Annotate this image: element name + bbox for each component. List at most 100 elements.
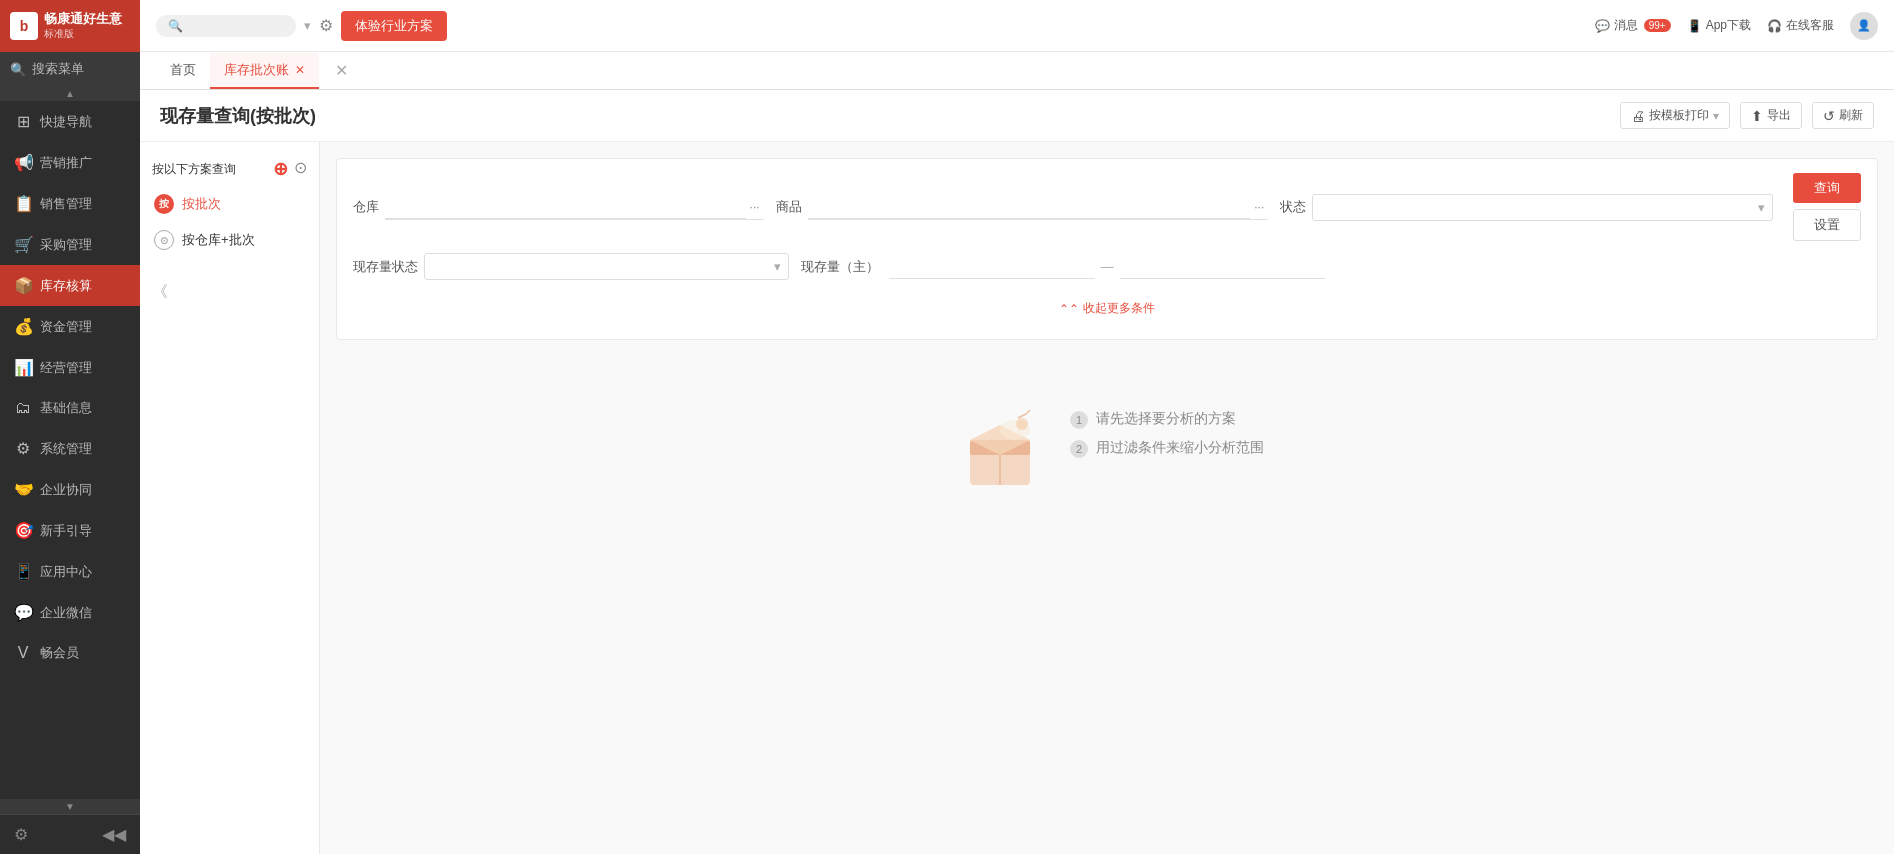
marketing-icon: 📢 xyxy=(14,153,32,172)
inventory-status-label: 现存量状态 xyxy=(353,258,418,276)
messages-item[interactable]: 💬 消息 99+ xyxy=(1595,17,1671,34)
collapse-conditions-btn[interactable]: ⌃⌃ 收起更多条件 xyxy=(353,292,1861,325)
svg-point-5 xyxy=(1016,418,1028,430)
sidebar-item-finance[interactable]: 💰 资金管理 xyxy=(0,306,140,347)
sidebar-item-system[interactable]: ⚙ 系统管理 xyxy=(0,428,140,469)
collapse-label: 收起更多条件 xyxy=(1083,300,1155,317)
refresh-label: 刷新 xyxy=(1839,107,1863,124)
add-scheme-icon[interactable]: ⊕ xyxy=(273,158,288,180)
logo-icon: b xyxy=(10,12,38,40)
inventory-main-max[interactable] xyxy=(1120,255,1325,279)
sidebar-item-enterprise[interactable]: 🤝 企业协同 xyxy=(0,469,140,510)
status-label: 状态 xyxy=(1280,198,1306,216)
main-content: 🔍 ▾ ⚙ 体验行业方案 💬 消息 99+ 📱 App下载 🎧 在线客服 👤 xyxy=(140,0,1894,854)
scheme-label: 按仓库+批次 xyxy=(182,231,255,249)
topbar-left: 🔍 ▾ ⚙ 体验行业方案 xyxy=(156,11,447,41)
print-label: 按模板打印 xyxy=(1649,107,1709,124)
sidebar-item-marketing[interactable]: 📢 营销推广 xyxy=(0,142,140,183)
scheme-label: 按批次 xyxy=(182,195,221,213)
page-actions: 🖨 按模板打印 ▾ ⬆ 导出 ↺ 刷新 xyxy=(1620,102,1874,141)
messages-icon: 💬 xyxy=(1595,19,1610,33)
sidebar-item-basic[interactable]: 🗂 基础信息 xyxy=(0,388,140,428)
close-page-icon[interactable]: ✕ xyxy=(327,61,356,80)
search-label: 搜索菜单 xyxy=(32,60,84,78)
topbar-search-box[interactable]: 🔍 xyxy=(156,15,296,37)
scheme-item-by-batch[interactable]: 按 按批次 xyxy=(140,186,319,222)
export-label: 导出 xyxy=(1767,107,1791,124)
dropdown-icon[interactable]: ▾ xyxy=(304,18,311,33)
filter-area: 仓库 ··· 商品 ··· 状态 xyxy=(336,158,1878,340)
page-header: 现存量查询(按批次) 🖨 按模板打印 ▾ ⬆ 导出 ↺ 刷新 xyxy=(140,90,1894,142)
tab-batch-account[interactable]: 库存批次账 ✕ xyxy=(210,53,319,89)
experience-btn[interactable]: 体验行业方案 xyxy=(341,11,447,41)
right-panel: 仓库 ··· 商品 ··· 状态 xyxy=(320,142,1894,854)
sidebar-item-wechat[interactable]: 💬 企业微信 xyxy=(0,592,140,633)
tip-num-2: 2 xyxy=(1070,440,1088,458)
warehouse-more-btn[interactable]: ··· xyxy=(746,198,764,216)
sidebar-item-sales[interactable]: 📋 销售管理 xyxy=(0,183,140,224)
warehouse-input[interactable] xyxy=(385,195,746,219)
settings-gear-icon[interactable]: ⚙ xyxy=(319,16,333,35)
sidebar-item-label: 企业协同 xyxy=(40,481,92,499)
topbar-search-icon: 🔍 xyxy=(168,19,183,33)
sidebar-item-member[interactable]: V 畅会员 xyxy=(0,633,140,673)
sidebar-item-inventory[interactable]: 📦 库存核算 xyxy=(0,265,140,306)
export-btn[interactable]: ⬆ 导出 xyxy=(1740,102,1802,129)
filter-row-1: 仓库 ··· 商品 ··· 状态 xyxy=(353,173,1861,241)
refresh-btn[interactable]: ↺ 刷新 xyxy=(1812,102,1874,129)
app-download-item[interactable]: 📱 App下载 xyxy=(1687,17,1751,34)
sidebar-item-label: 企业微信 xyxy=(40,604,92,622)
query-buttons: 查询 设置 xyxy=(1793,173,1861,241)
sidebar-item-label: 库存核算 xyxy=(40,277,92,295)
scheme-settings-icon[interactable]: ⊙ xyxy=(294,158,307,180)
topbar-right: 💬 消息 99+ 📱 App下载 🎧 在线客服 👤 xyxy=(1595,12,1878,40)
sidebar-item-label: 销售管理 xyxy=(40,195,92,213)
scroll-up[interactable]: ▲ xyxy=(0,86,140,101)
sidebar-item-label: 营销推广 xyxy=(40,154,92,172)
query-btn[interactable]: 查询 xyxy=(1793,173,1861,203)
enterprise-icon: 🤝 xyxy=(14,480,32,499)
print-icon: 🖨 xyxy=(1631,108,1645,124)
tab-close-icon[interactable]: ✕ xyxy=(295,63,305,77)
collapse-sidebar-icon[interactable]: ◀◀ xyxy=(102,825,126,844)
sidebar-item-newbie[interactable]: 🎯 新手引导 xyxy=(0,510,140,551)
company-name: 畅康通好生意 xyxy=(44,11,122,27)
settings-icon[interactable]: ⚙ xyxy=(14,825,28,844)
scroll-down[interactable]: ▼ xyxy=(0,799,140,814)
product-input-box: ··· xyxy=(808,195,1269,220)
tip-text-2: 用过滤条件来缩小分析范围 xyxy=(1096,439,1264,457)
print-btn[interactable]: 🖨 按模板打印 ▾ xyxy=(1620,102,1730,129)
sidebar-item-appcenter[interactable]: 📱 应用中心 xyxy=(0,551,140,592)
product-label: 商品 xyxy=(776,198,802,216)
sidebar-item-label: 资金管理 xyxy=(40,318,92,336)
sidebar-item-label: 畅会员 xyxy=(40,644,79,662)
avatar[interactable]: 👤 xyxy=(1850,12,1878,40)
chevron-up-icon: ⌃⌃ xyxy=(1059,302,1079,316)
sidebar-item-purchase[interactable]: 🛒 采购管理 xyxy=(0,224,140,265)
inventory-main-min[interactable] xyxy=(889,255,1094,279)
wechat-icon: 💬 xyxy=(14,603,32,622)
status-select[interactable] xyxy=(1312,194,1773,221)
inventory-status-select[interactable] xyxy=(424,253,789,280)
collapse-left-panel-btn[interactable]: 《 xyxy=(140,278,319,307)
scheme-item-by-warehouse-batch[interactable]: ⊙ 按仓库+批次 xyxy=(140,222,319,258)
phone-icon: 📱 xyxy=(1687,19,1702,33)
product-input[interactable] xyxy=(808,195,1251,219)
tip-text-1: 请先选择要分析的方案 xyxy=(1096,410,1236,428)
settings-btn[interactable]: 设置 xyxy=(1793,209,1861,241)
sidebar-item-label: 新手引导 xyxy=(40,522,92,540)
purchase-icon: 🛒 xyxy=(14,235,32,254)
tab-home[interactable]: 首页 xyxy=(156,53,210,89)
sidebar-item-ops[interactable]: 📊 经营管理 xyxy=(0,347,140,388)
content-area: 按以下方案查询 ⊕ ⊙ 按 按批次 ⊙ 按仓库+批次 《 xyxy=(140,142,1894,854)
warehouse-input-box: ··· xyxy=(385,195,764,220)
page-title: 现存量查询(按批次) xyxy=(160,104,316,140)
left-panel-title-text: 按以下方案查询 xyxy=(152,161,236,178)
sidebar-search[interactable]: 🔍 搜索菜单 xyxy=(0,52,140,86)
company-info: 畅康通好生意 标准版 xyxy=(44,11,122,41)
online-service-item[interactable]: 🎧 在线客服 xyxy=(1767,17,1834,34)
sidebar-item-quick-nav[interactable]: ⊞ 快捷导航 xyxy=(0,101,140,142)
product-more-btn[interactable]: ··· xyxy=(1250,198,1268,216)
print-dropdown-icon[interactable]: ▾ xyxy=(1713,109,1719,123)
online-service-label: 在线客服 xyxy=(1786,17,1834,34)
